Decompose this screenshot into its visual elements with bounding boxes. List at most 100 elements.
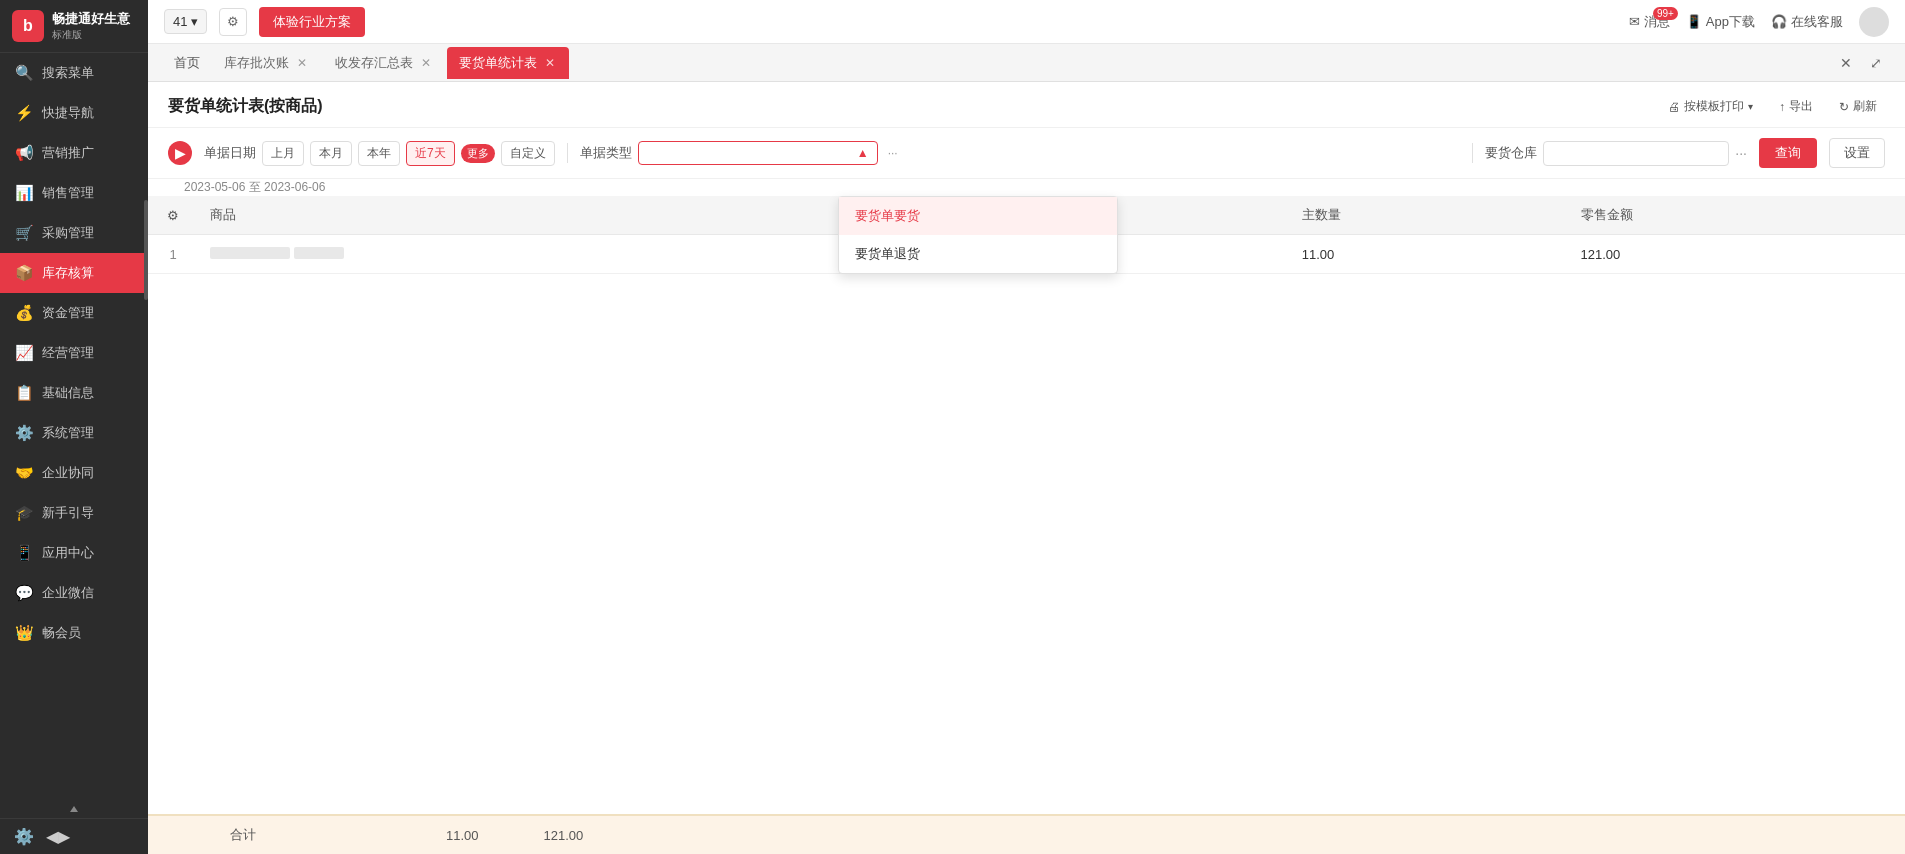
filter-divider-2 [1472,143,1473,163]
nav-label: 搜索菜单 [42,64,94,82]
message-icon: ✉ [1629,14,1640,29]
type-select-more[interactable]: ··· [888,146,898,160]
sidebar-item-库存核算[interactable]: 📦 库存核算 [0,253,148,293]
sidebar-item-基础信息[interactable]: 📋基础信息 [0,373,148,413]
export-btn[interactable]: ↑ 导出 [1771,94,1821,119]
warehouse-filter: 要货仓库 ··· [1485,141,1747,166]
logo-icon: b [12,10,44,42]
content-area: 要货单统计表(按商品) 🖨 按模板打印 ▾ ↑ 导出 ↻ 刷新 ▶ [148,82,1905,854]
nav-icon: 📦 [14,263,34,283]
sidebar-item-新手引导[interactable]: 🎓 新手引导 [0,493,148,533]
tab-label: 库存批次账 [224,54,289,72]
sidebar-item-搜索菜单[interactable]: 🔍 搜索菜单 [0,53,148,93]
filter-bar: ▶ 单据日期 上月 本月 本年 近7天 更多 自定义 单据类型 ▲ ··· [148,128,1905,179]
warehouse-input[interactable] [1543,141,1729,166]
date-custom-btn[interactable]: 自定义 [501,141,555,166]
warehouse-label: 要货仓库 [1485,144,1537,162]
refresh-icon: ↻ [1839,100,1849,114]
date-filter-group: 单据日期 上月 本月 本年 近7天 更多 自定义 [204,141,555,166]
selector-arrow: ▾ [191,14,198,29]
sidebar-item-企业协同[interactable]: 🤝企业协同 [0,453,148,493]
filter-expand-btn[interactable]: ▶ [168,141,192,165]
tab-home[interactable]: 首页 [164,48,210,78]
filter-divider-1 [567,143,568,163]
close-all-btn[interactable]: ✕ [1833,50,1859,76]
tab-close-btn[interactable]: ✕ [543,56,557,70]
print-btn[interactable]: 🖨 按模板打印 ▾ [1660,94,1761,119]
type-select[interactable]: ▲ [638,141,878,165]
col-header-settings[interactable]: ⚙ [148,196,198,235]
main-area: 41 ▾ ⚙ 体验行业方案 ✉ 消息 99+ 📱 App下载 🎧 在线客服 [148,0,1905,854]
sidebar-item-应用中心[interactable]: 📱应用中心 [0,533,148,573]
refresh-btn[interactable]: ↻ 刷新 [1831,94,1885,119]
type-filter-group: 单据类型 ▲ ··· [580,141,1461,165]
nav-label: 企业协同 [42,464,94,482]
sidebar-footer: ⚙️ ◀▶ [0,818,148,854]
nav-label: 库存核算 [42,264,94,282]
dropdown-option-要货单要货[interactable]: 要货单要货 [839,197,1117,235]
col-header-quantity: 主数量 [1290,196,1569,235]
sidebar-nav: 🔍 搜索菜单 ⚡ 快捷导航 📢 营销推广 📊 销售管理 🛒采购管理 📦 库存核算 💰资金管理📈经营管理… [0,53,148,800]
tab-close-btn[interactable]: ✕ [419,56,433,70]
app-download-btn[interactable]: 📱 App下载 [1686,13,1755,31]
cell-amount: 121.00 [1569,235,1905,274]
sidebar-item-系统管理[interactable]: ⚙️ 系统管理 [0,413,148,453]
tabs-bar: 首页 库存批次账✕收发存汇总表✕要货单统计表✕ ✕ ⤢ [148,44,1905,82]
date-more-btn[interactable]: 更多 [461,144,495,163]
warehouse-more[interactable]: ··· [1735,145,1747,161]
nav-icon: 👑 [14,623,34,643]
trial-btn[interactable]: 体验行业方案 [259,7,365,37]
nav-label: 畅会员 [42,624,81,642]
sidebar-item-企业微信[interactable]: 💬企业微信 [0,573,148,613]
nav-label: 新手引导 [42,504,94,522]
sidebar-item-经营管理[interactable]: 📈经营管理 [0,333,148,373]
sidebar-item-营销推广[interactable]: 📢 营销推广 [0,133,148,173]
nav-label: 基础信息 [42,384,94,402]
tabs-right: ✕ ⤢ [1833,50,1889,76]
date-7days-btn[interactable]: 近7天 [406,141,455,166]
gear-btn[interactable]: ⚙ [219,8,247,36]
nav-icon: 📢 [14,143,34,163]
sidebar-scroll-up[interactable] [0,800,148,818]
footer-amount: 121.00 [544,828,584,843]
workspace-selector[interactable]: 41 ▾ [164,9,207,34]
sidebar-item-畅会员[interactable]: 👑 畅会员 [0,613,148,653]
nav-label: 快捷导航 [42,104,94,122]
date-prev-month-btn[interactable]: 上月 [262,141,304,166]
settings-btn[interactable]: 设置 [1829,138,1885,168]
date-this-month-btn[interactable]: 本月 [310,141,352,166]
nav-icon: 🎓 [14,503,34,523]
expand-btn[interactable]: ⤢ [1863,50,1889,76]
nav-label: 营销推广 [42,144,94,162]
online-service-btn[interactable]: 🎧 在线客服 [1771,13,1843,31]
nav-icon: ⚙️ [14,423,34,443]
tab-close-btn[interactable]: ✕ [295,56,309,70]
nav-label: 系统管理 [42,424,94,442]
tab-库存批次账[interactable]: 库存批次账 ✕ [212,47,321,79]
nav-label: 资金管理 [42,304,94,322]
query-btn[interactable]: 查询 [1759,138,1817,168]
sidebar-item-采购管理[interactable]: 🛒采购管理 [0,213,148,253]
messages-btn[interactable]: ✉ 消息 99+ [1629,13,1670,31]
dropdown-option-要货单退货[interactable]: 要货单退货 [839,235,1117,273]
sidebar-item-销售管理[interactable]: 📊 销售管理 [0,173,148,213]
nav-label: 销售管理 [42,184,94,202]
date-this-year-btn[interactable]: 本年 [358,141,400,166]
sidebar-item-快捷导航[interactable]: ⚡ 快捷导航 [0,93,148,133]
sidebar-item-资金管理[interactable]: 💰资金管理 [0,293,148,333]
tab-收发存汇总表[interactable]: 收发存汇总表✕ [323,47,445,79]
toggle-icon[interactable]: ◀▶ [46,827,70,846]
header-right: ✉ 消息 99+ 📱 App下载 🎧 在线客服 [1629,7,1889,37]
print-icon: 🖨 [1668,100,1680,114]
nav-icon: 💬 [14,583,34,603]
nav-icon: 📊 [14,183,34,203]
tab-要货单统计表[interactable]: 要货单统计表✕ [447,47,569,79]
nav-icon: ⚡ [14,103,34,123]
user-avatar[interactable] [1859,7,1889,37]
settings-icon[interactable]: ⚙️ [14,827,34,846]
nav-label: 应用中心 [42,544,94,562]
phone-icon: 📱 [1686,14,1702,29]
table-area: ⚙ 商品 主计量单位 主数量 零售金额 1 块 11.00 121.00 [148,196,1905,814]
nav-icon: 🔍 [14,63,34,83]
col-header-amount: 零售金额 [1569,196,1905,235]
